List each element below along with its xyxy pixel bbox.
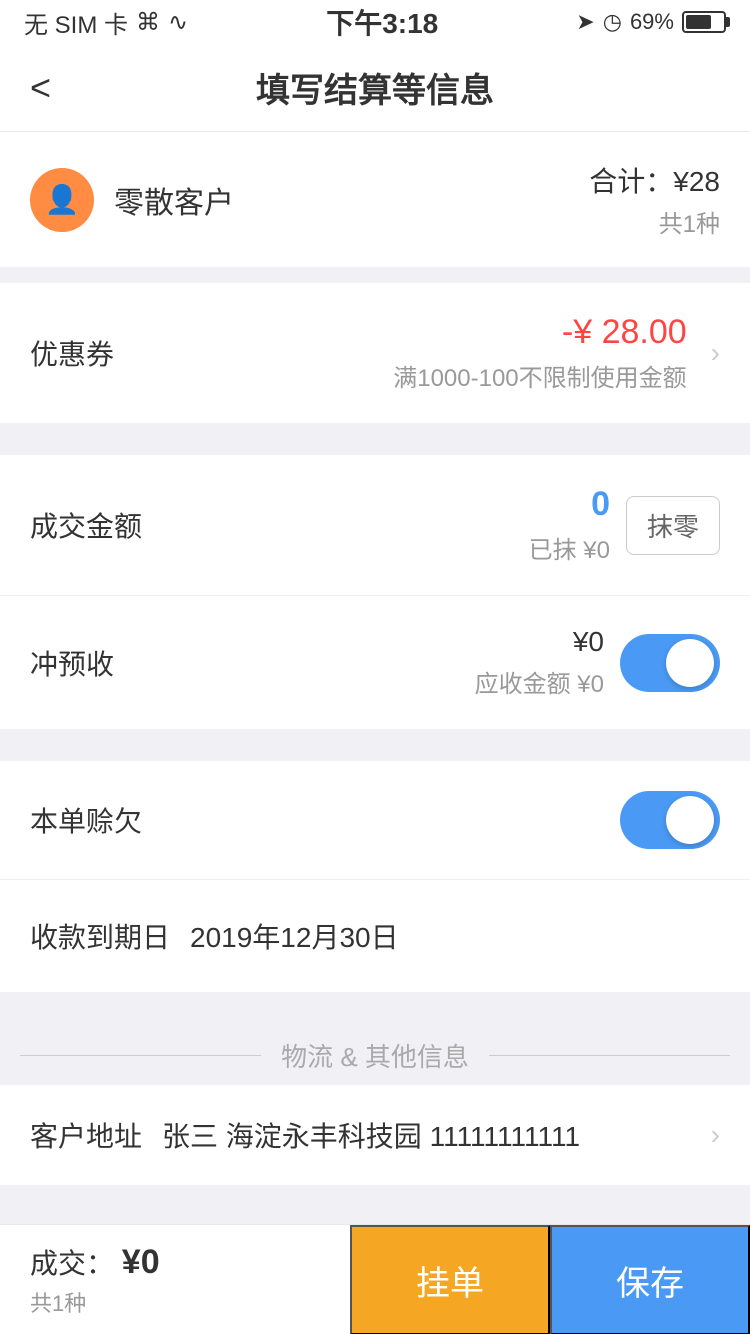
alarm-icon: ◷ bbox=[603, 9, 622, 35]
battery-percent: 69% bbox=[630, 9, 674, 35]
due-date-row: 收款到期日 2019年12月30日 bbox=[0, 880, 750, 993]
main-content: 👤 零散客户 合计：¥28 共1种 优惠券 -¥ 28.00 满1000-100… bbox=[0, 132, 750, 1321]
toggle-knob bbox=[666, 639, 714, 687]
debt-row: 本单赊欠 bbox=[0, 761, 750, 880]
prepayment-sub: 应收金额 ¥0 bbox=[475, 664, 604, 699]
due-date-value: 2019年12月30日 bbox=[190, 916, 399, 956]
save-button[interactable]: 保存 bbox=[550, 1225, 750, 1334]
prepayment-row: 冲预收 ¥0 应收金额 ¥0 bbox=[0, 596, 750, 729]
transaction-label: 成交金额 bbox=[30, 505, 142, 545]
carrier-text: 无 SIM 卡 bbox=[24, 5, 128, 40]
bottom-transaction-amount: ¥0 bbox=[122, 1243, 160, 1281]
transaction-value[interactable]: 0 bbox=[529, 485, 610, 524]
transaction-row: 成交金额 0 已抹 ¥0 抹零 bbox=[0, 455, 750, 596]
avatar: 👤 bbox=[30, 168, 94, 232]
address-chevron-icon: › bbox=[711, 1119, 720, 1151]
hold-button[interactable]: 挂单 bbox=[350, 1225, 550, 1334]
address-value: 张三 海淀永丰科技园 11111111111 bbox=[162, 1115, 703, 1155]
customer-row: 👤 零散客户 合计：¥28 共1种 bbox=[0, 132, 750, 267]
coupon-row[interactable]: 优惠券 -¥ 28.00 满1000-100不限制使用金额 › bbox=[0, 283, 750, 423]
section-divider-1 bbox=[0, 439, 750, 455]
bottom-transaction-label: 成交： bbox=[30, 1248, 114, 1279]
address-label: 客户地址 bbox=[30, 1115, 142, 1155]
chevron-right-icon: › bbox=[711, 337, 720, 369]
prepayment-value: ¥0 bbox=[475, 626, 604, 658]
status-bar: 无 SIM 卡 ⌘ ∿ 下午3:18 ➤ ◷ 69% bbox=[0, 0, 750, 44]
address-section: 客户地址 张三 海淀永丰科技园 11111111111 › bbox=[0, 1085, 750, 1185]
bottom-count: 共1种 bbox=[30, 1286, 320, 1318]
logistics-label: 物流 & 其他信息 bbox=[281, 1037, 469, 1074]
back-button[interactable]: < bbox=[30, 57, 61, 119]
debt-toggle-knob bbox=[666, 796, 714, 844]
coupon-sub: 满1000-100不限制使用金额 bbox=[393, 358, 686, 393]
wifi-signal: ∿ bbox=[168, 8, 188, 37]
status-time: 下午3:18 bbox=[326, 2, 438, 42]
section-divider-2 bbox=[0, 745, 750, 761]
prepayment-label: 冲预收 bbox=[30, 643, 114, 683]
due-date-label: 收款到期日 bbox=[30, 916, 170, 956]
bottom-summary: 成交： ¥0 共1种 bbox=[0, 1225, 350, 1334]
wifi-icon: ⌘ bbox=[136, 8, 160, 37]
total-count: 共1种 bbox=[589, 204, 720, 239]
battery-icon bbox=[682, 11, 726, 33]
prepayment-toggle[interactable] bbox=[620, 634, 720, 692]
debt-toggle[interactable] bbox=[620, 791, 720, 849]
customer-name: 零散客户 bbox=[114, 178, 234, 222]
total-amount: 合计：¥28 bbox=[589, 160, 720, 200]
address-row[interactable]: 客户地址 张三 海淀永丰科技园 11111111111 › bbox=[0, 1085, 750, 1185]
debt-label: 本单赊欠 bbox=[30, 800, 142, 840]
transaction-section: 成交金额 0 已抹 ¥0 抹零 冲预收 ¥0 应收金额 ¥0 bbox=[0, 455, 750, 729]
status-right: ➤ ◷ 69% bbox=[576, 9, 726, 35]
status-left: 无 SIM 卡 ⌘ ∿ bbox=[24, 5, 188, 40]
coupon-amount: -¥ 28.00 bbox=[393, 313, 686, 352]
transaction-sub: 已抹 ¥0 bbox=[529, 530, 610, 565]
logistics-header: 物流 & 其他信息 bbox=[0, 1025, 750, 1085]
section-divider-3 bbox=[0, 1009, 750, 1025]
location-icon: ➤ bbox=[576, 9, 594, 35]
nav-bar: < 填写结算等信息 bbox=[0, 44, 750, 132]
coupon-section: 优惠券 -¥ 28.00 满1000-100不限制使用金额 › bbox=[0, 283, 750, 423]
round-button[interactable]: 抹零 bbox=[626, 496, 720, 555]
bottom-bar: 成交： ¥0 共1种 挂单 保存 bbox=[0, 1224, 750, 1334]
page-title: 填写结算等信息 bbox=[256, 63, 494, 112]
avatar-icon: 👤 bbox=[45, 183, 80, 216]
coupon-label: 优惠券 bbox=[30, 333, 114, 373]
debt-section: 本单赊欠 收款到期日 2019年12月30日 bbox=[0, 761, 750, 993]
